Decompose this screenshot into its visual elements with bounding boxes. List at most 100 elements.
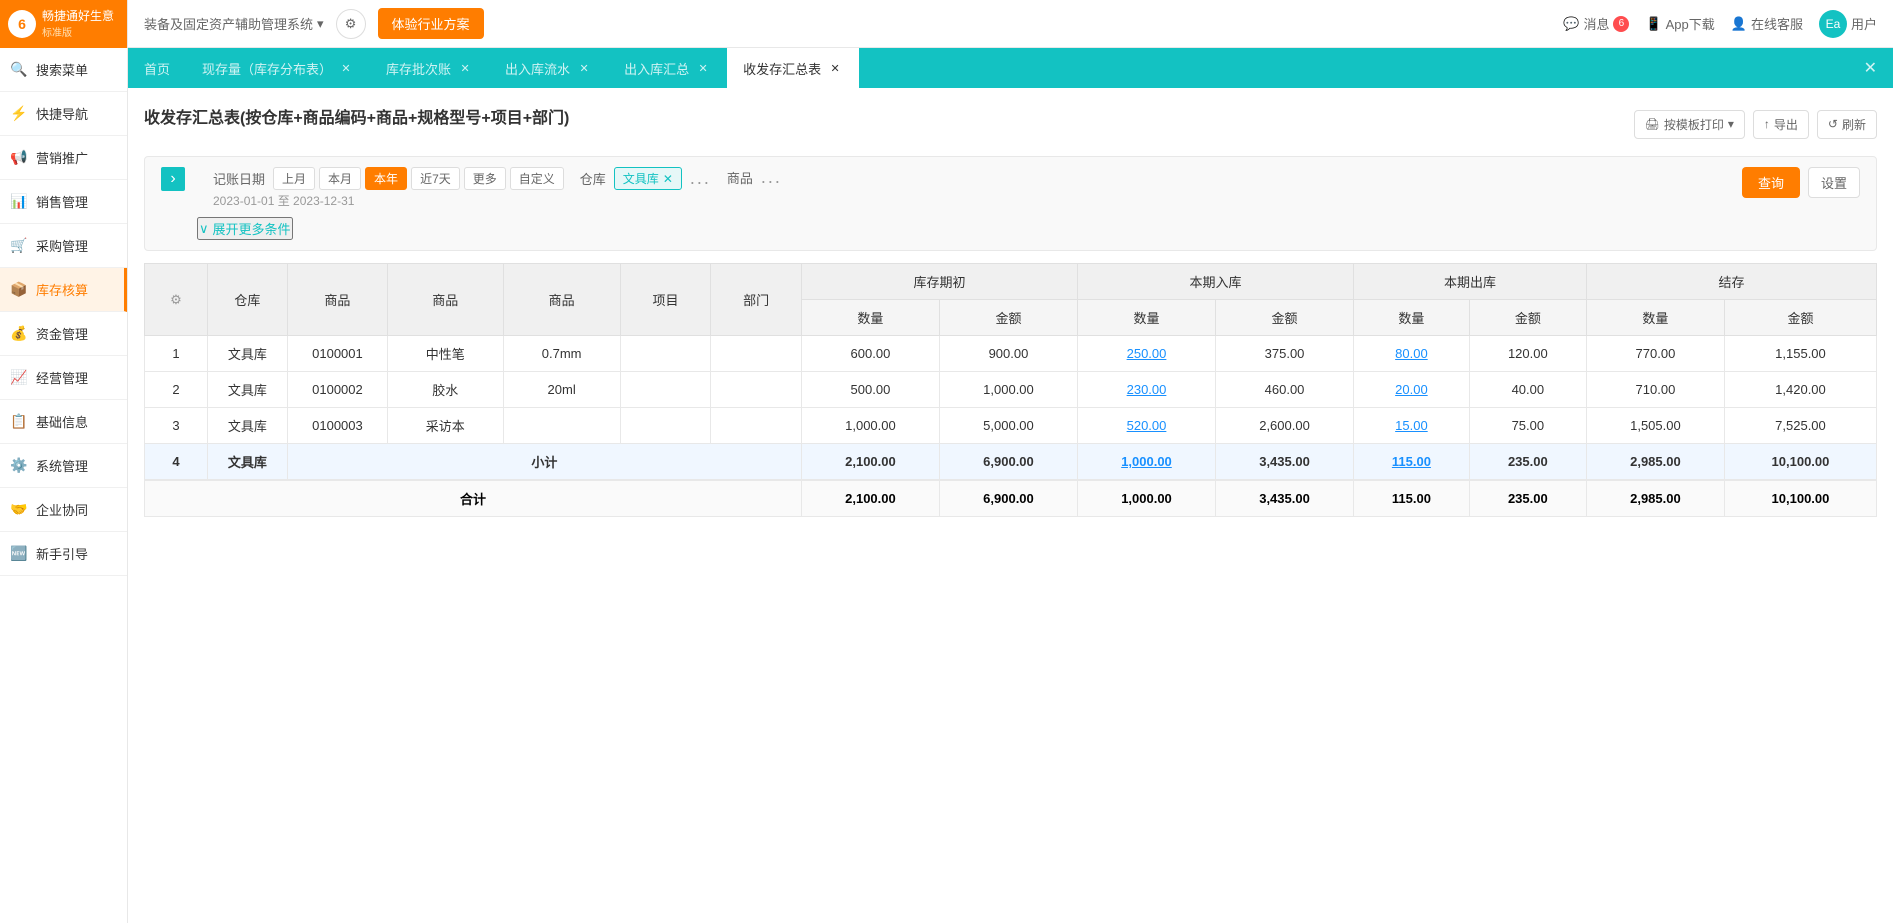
filter-expand-arrow[interactable]: ›	[161, 167, 185, 191]
sidebar-item-finance[interactable]: 💰资金管理	[0, 312, 127, 356]
row-bal-qty: 1,505.00	[1586, 408, 1724, 444]
row-out-qty[interactable]: 20.00	[1354, 372, 1470, 408]
tab-label: 库存批次账	[386, 59, 451, 78]
tab-close-icon[interactable]: ✕	[338, 60, 354, 76]
tab-close-icon[interactable]: ✕	[827, 60, 843, 76]
app-download-action[interactable]: 📱 App下载	[1645, 14, 1714, 33]
page-content: 收发存汇总表(按仓库+商品编码+商品+规格型号+项目+部门) 🖨 按模板打印 ▾…	[128, 88, 1893, 923]
sidebar-item-label: 销售管理	[36, 192, 88, 211]
tab-出入库流水[interactable]: 出入库流水✕	[489, 48, 608, 88]
settings-button[interactable]: ⚙	[336, 9, 366, 39]
warehouse-filter: 仓库 文具库 ✕ ...	[580, 167, 711, 190]
row-bal-amt: 1,420.00	[1724, 372, 1876, 408]
service-icon: 👤	[1731, 16, 1747, 32]
date-btn-this-year[interactable]: 本年	[365, 167, 407, 190]
name-header: 商品	[387, 264, 503, 336]
goods-more-dots[interactable]: ...	[761, 167, 782, 188]
table-row: 1 文具库 0100001 中性笔 0.7mm 600.00 900.00 25…	[145, 336, 1877, 372]
query-btn[interactable]: 查询	[1742, 167, 1800, 198]
sidebar-item-management[interactable]: 📈经营管理	[0, 356, 127, 400]
search-icon: 🔍	[10, 61, 28, 79]
tab-现存量（库存分布表）[interactable]: 现存量（库存分布表）✕	[186, 48, 370, 88]
tab-bar-close-btn[interactable]: ✕	[1848, 48, 1893, 88]
subtotal-out-amt: 235.00	[1469, 444, 1586, 481]
warehouse-tag-close[interactable]: ✕	[663, 172, 673, 186]
row-in-qty[interactable]: 520.00	[1077, 408, 1215, 444]
row-in-qty[interactable]: 230.00	[1077, 372, 1215, 408]
sidebar-item-sales[interactable]: 📊销售管理	[0, 180, 127, 224]
messages-action[interactable]: 💬 消息 6	[1563, 14, 1629, 33]
tab-close-icon[interactable]: ✕	[695, 60, 711, 76]
row-warehouse: 文具库	[207, 408, 287, 444]
footer-in-qty: 1,000.00	[1077, 480, 1215, 517]
row-in-amt: 375.00	[1216, 336, 1354, 372]
chevron-down-icon: ∨	[199, 221, 209, 237]
sidebar-item-basic-info[interactable]: 📋基础信息	[0, 400, 127, 444]
bal-amt-header: 金额	[1724, 300, 1876, 336]
inventory-icon: 📦	[10, 281, 28, 299]
row-no: 1	[145, 336, 208, 372]
sidebar-item-label: 企业协同	[36, 500, 88, 519]
sidebar-item-purchase[interactable]: 🛒采购管理	[0, 224, 127, 268]
refresh-btn[interactable]: ↺ 刷新	[1817, 110, 1877, 139]
system-name: 装备及固定资产辅助管理系统	[144, 14, 313, 33]
date-range: 2023-01-01 至 2023-12-31	[213, 192, 564, 209]
row-bal-amt: 7,525.00	[1724, 408, 1876, 444]
goods-label: 商品	[727, 168, 753, 187]
system-selector[interactable]: 装备及固定资产辅助管理系统 ▾	[144, 14, 324, 33]
sidebar: 6 畅捷通好生意 标准版 🔍搜索菜单⚡快捷导航📢营销推广📊销售管理🛒采购管理📦库…	[0, 0, 128, 923]
row-in-qty[interactable]: 250.00	[1077, 336, 1215, 372]
subtotal-out-qty[interactable]: 115.00	[1354, 444, 1470, 481]
table-settings-header[interactable]: ⚙	[145, 264, 208, 336]
user-action[interactable]: Ea 用户	[1819, 10, 1877, 38]
export-btn[interactable]: ↑ 导出	[1753, 110, 1809, 139]
tab-库存批次账[interactable]: 库存批次账 ✕	[370, 48, 489, 88]
sidebar-item-guide[interactable]: 🆕新手引导	[0, 532, 127, 576]
sidebar-item-label: 基础信息	[36, 412, 88, 431]
row-open-qty: 1,000.00	[801, 408, 939, 444]
top-header: 装备及固定资产辅助管理系统 ▾ ⚙ 体验行业方案 💬 消息 6 📱 App下载 …	[128, 0, 1893, 48]
date-filter: 记账日期 上月 本月 本年 近7天 更多 自定义 2023-01-01 至 20…	[213, 167, 564, 209]
date-btn-more[interactable]: 更多	[464, 167, 506, 190]
warehouse-label: 仓库	[580, 169, 606, 188]
date-btn-this-month[interactable]: 本月	[319, 167, 361, 190]
row-open-qty: 600.00	[801, 336, 939, 372]
online-service-action[interactable]: 👤 在线客服	[1731, 14, 1803, 33]
date-btn-7days[interactable]: 近7天	[411, 167, 460, 190]
marketing-icon: 📢	[10, 149, 28, 167]
date-shortcuts: 上月 本月 本年 近7天 更多 自定义	[273, 167, 564, 190]
footer-out-amt: 235.00	[1469, 480, 1586, 517]
row-out-qty[interactable]: 80.00	[1354, 336, 1470, 372]
warehouse-more-dots[interactable]: ...	[690, 168, 711, 189]
tab-首页[interactable]: 首页	[128, 48, 186, 88]
tab-close-icon[interactable]: ✕	[457, 60, 473, 76]
tab-label: 首页	[144, 59, 170, 78]
date-btn-last-month[interactable]: 上月	[273, 167, 315, 190]
subtotal-in-qty[interactable]: 1,000.00	[1077, 444, 1215, 481]
sidebar-item-search[interactable]: 🔍搜索菜单	[0, 48, 127, 92]
filter-section: › 记账日期 上月 本月 本年 近7天 更多 自定义	[144, 156, 1877, 251]
experience-button[interactable]: 体验行业方案	[378, 8, 484, 39]
tab-出入库汇总[interactable]: 出入库汇总✕	[608, 48, 727, 88]
sidebar-item-inventory[interactable]: 📦库存核算	[0, 268, 127, 312]
row-open-amt: 900.00	[939, 336, 1077, 372]
quick-nav-icon: ⚡	[10, 105, 28, 123]
tab-close-icon[interactable]: ✕	[576, 60, 592, 76]
footer-open-qty: 2,100.00	[801, 480, 939, 517]
sidebar-item-marketing[interactable]: 📢营销推广	[0, 136, 127, 180]
sidebar-item-quick-nav[interactable]: ⚡快捷导航	[0, 92, 127, 136]
row-out-qty[interactable]: 15.00	[1354, 408, 1470, 444]
date-btn-custom[interactable]: 自定义	[510, 167, 564, 190]
row-dept	[711, 408, 802, 444]
top-header-right: 💬 消息 6 📱 App下载 👤 在线客服 Ea 用户	[1563, 10, 1877, 38]
project-header: 项目	[620, 264, 711, 336]
filter-settings-btn[interactable]: 设置	[1808, 167, 1860, 198]
tab-收发存汇总表[interactable]: 收发存汇总表✕	[727, 48, 859, 88]
sidebar-item-system[interactable]: ⚙️系统管理	[0, 444, 127, 488]
sidebar-item-collaboration[interactable]: 🤝企业协同	[0, 488, 127, 532]
row-bal-amt: 1,155.00	[1724, 336, 1876, 372]
in-qty-header: 数量	[1077, 300, 1215, 336]
print-template-btn[interactable]: 🖨 按模板打印 ▾	[1634, 110, 1745, 139]
row-warehouse: 文具库	[207, 336, 287, 372]
expand-conditions-btn[interactable]: ∨ 展开更多条件	[197, 217, 293, 240]
